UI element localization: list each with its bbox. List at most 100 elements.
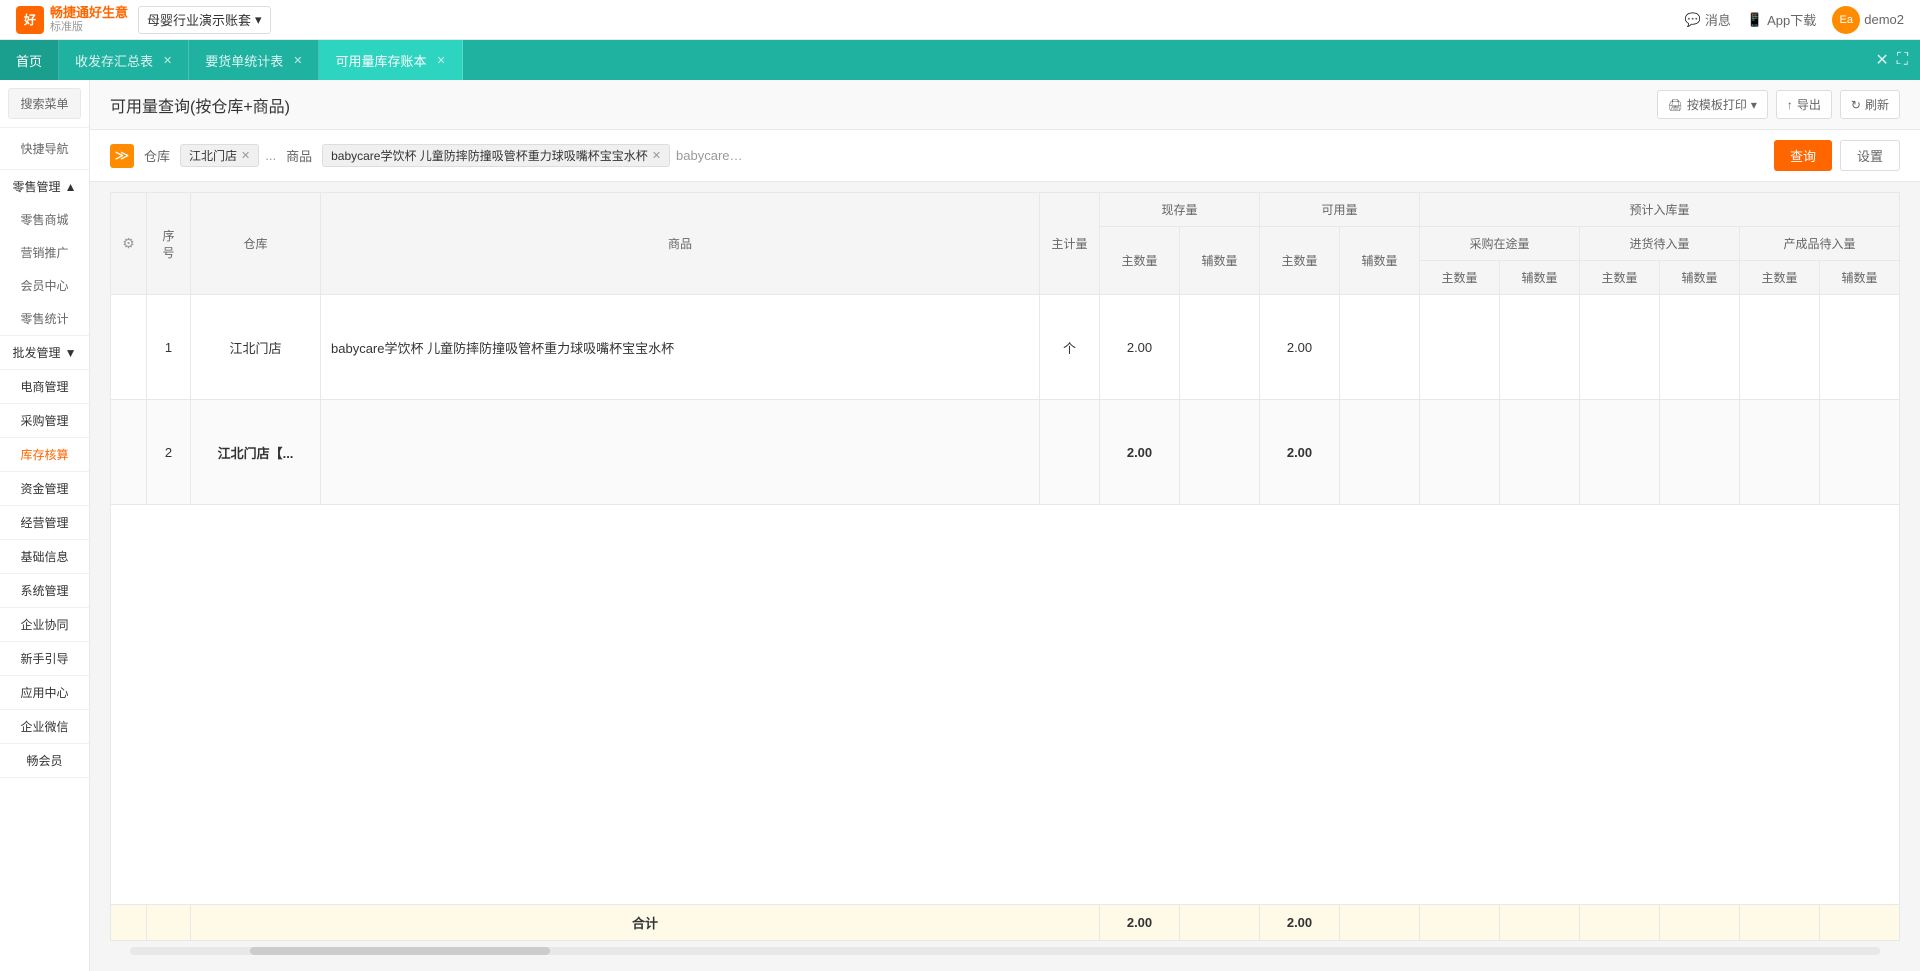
column-purchase-main-header: 主数量 (1420, 261, 1500, 295)
row2-available-aux (1340, 400, 1420, 505)
row1-current-aux (1180, 295, 1260, 400)
column-product-aux-header: 辅数量 (1820, 261, 1900, 295)
scrollbar-track[interactable] (130, 947, 1880, 955)
chevron-up-icon: ▲ (65, 180, 77, 194)
sidebar-section-wholesale: 批发管理 ▼ (0, 336, 89, 370)
sidebar-section-enterprise-title[interactable]: 企业协同 (0, 608, 89, 641)
query-button[interactable]: 查询 (1774, 140, 1832, 171)
chevron-down-icon-print: ▾ (1751, 98, 1757, 112)
app-download-button[interactable]: 📱 App下载 (1747, 10, 1816, 29)
sidebar-section-inventory: 库存核算 (0, 438, 89, 472)
sidebar-section-system: 系统管理 (0, 574, 89, 608)
scrollbar-thumb[interactable] (250, 947, 550, 955)
tab-expand-button[interactable]: ⛶ (1897, 51, 1908, 69)
message-button[interactable]: 💬 消息 (1685, 10, 1731, 29)
sidebar-section-finance-title[interactable]: 资金管理 (0, 472, 89, 505)
phone-icon: 📱 (1747, 12, 1763, 28)
goods-tag-close[interactable]: ✕ (652, 149, 661, 162)
print-icon: 🖨 (1668, 98, 1683, 112)
sidebar-item-member-center[interactable]: 会员中心 (0, 269, 89, 302)
logo-icon: 好 (16, 6, 44, 34)
row2-no: 2 (147, 400, 191, 505)
tab-close-all-button[interactable]: ✕ (1875, 50, 1888, 70)
total-incoming-main (1580, 905, 1660, 941)
sidebar-section-finance: 资金管理 (0, 472, 89, 506)
row2-product-main (1740, 400, 1820, 505)
filter-bar: ≫ 仓库 江北门店 ✕ ... 商品 babycare学饮杯 儿童防摔防撞吸管杯… (90, 130, 1920, 182)
tab-bar-end: ✕ ⛶ (1863, 40, 1920, 80)
sidebar-section-operation-title[interactable]: 经营管理 (0, 506, 89, 539)
chevron-down-icon-wholesale: ▼ (65, 346, 77, 360)
sidebar-section-ecommerce-title[interactable]: 电商管理 (0, 370, 89, 403)
sidebar-item-quick-nav[interactable]: 快捷导航 (0, 132, 89, 165)
tab-order-stats[interactable]: 要货单统计表 ✕ (189, 40, 319, 80)
sidebar-section-purchase-title[interactable]: 采购管理 (0, 404, 89, 437)
warehouse-filter-dots[interactable]: ... (265, 148, 276, 163)
export-button[interactable]: ↑ 导出 (1776, 90, 1832, 119)
row1-goods: babycare学饮杯 儿童防摔防撞吸管杯重力球吸嘴杯宝宝水杯 (321, 295, 1040, 400)
goods-filter-tag[interactable]: babycare学饮杯 儿童防摔防撞吸管杯重力球吸嘴杯宝宝水杯 ✕ (322, 144, 670, 167)
filter-toggle-button[interactable]: ≫ (110, 144, 134, 168)
print-template-button[interactable]: 🖨 按模板打印 ▾ (1657, 90, 1768, 119)
goods-filter-dots[interactable]: babycare… (676, 148, 742, 163)
sidebar-section-member-title[interactable]: 畅会员 (0, 744, 89, 777)
company-selector[interactable]: 母婴行业演示账套 ▾ (138, 6, 271, 34)
empty-row (111, 505, 1900, 905)
export-icon: ↑ (1787, 98, 1793, 112)
warehouse-filter-tag[interactable]: 江北门店 ✕ (180, 144, 259, 167)
row1-warehouse: 江北门店 (191, 295, 321, 400)
goods-filter-group: babycare学饮杯 儿童防摔防撞吸管杯重力球吸嘴杯宝宝水杯 ✕ babyca… (322, 144, 742, 167)
row1-product-aux (1820, 295, 1900, 400)
sidebar-item-marketing[interactable]: 营销推广 (0, 236, 89, 269)
row2-warehouse: 江北门店【... (191, 400, 321, 505)
table-row: 1 江北门店 babycare学饮杯 儿童防摔防撞吸管杯重力球吸嘴杯宝宝水杯 个… (111, 295, 1900, 400)
row1-product-main (1740, 295, 1820, 400)
tab-bar: 首页 收发存汇总表 ✕ 要货单统计表 ✕ 可用量库存账本 ✕ ✕ ⛶ (0, 40, 1920, 80)
sidebar-section-wecom: 企业微信 (0, 710, 89, 744)
column-product-pending-header: 产成品待入量 (1740, 227, 1900, 261)
sidebar-section-inventory-title[interactable]: 库存核算 (0, 438, 89, 471)
filter-actions: 查询 设置 (1774, 140, 1900, 171)
row1-incoming-aux (1660, 295, 1740, 400)
top-bar: 好 畅捷通好生意 标准版 母婴行业演示账套 ▾ 💬 消息 📱 App下载 Ea … (0, 0, 1920, 40)
message-icon: 💬 (1685, 12, 1701, 28)
tab-receipt-summary[interactable]: 收发存汇总表 ✕ (59, 40, 189, 80)
refresh-button[interactable]: ↻ 刷新 (1840, 90, 1900, 119)
row1-purchase-aux (1500, 295, 1580, 400)
sidebar-section-retail: 零售管理 ▲ 零售商城 营销推广 会员中心 零售统计 (0, 170, 89, 336)
sidebar-section-retail-title[interactable]: 零售管理 ▲ (0, 170, 89, 203)
logo-text: 畅捷通好生意 (50, 5, 128, 21)
tab-available-inventory[interactable]: 可用量库存账本 ✕ (319, 40, 462, 80)
sidebar-section-basic-title[interactable]: 基础信息 (0, 540, 89, 573)
tab-receipt-close[interactable]: ✕ (163, 54, 172, 67)
total-available-main: 2.00 (1260, 905, 1340, 941)
row1-incoming-main (1580, 295, 1660, 400)
search-menu-button[interactable]: 搜索菜单 (8, 88, 81, 119)
total-available-aux (1340, 905, 1420, 941)
sidebar-item-retail-stats[interactable]: 零售统计 (0, 302, 89, 335)
sidebar-item-retail-store[interactable]: 零售商城 (0, 203, 89, 236)
sidebar-section-wecom-title[interactable]: 企业微信 (0, 710, 89, 743)
sidebar-section-newbie-title[interactable]: 新手引导 (0, 642, 89, 675)
sidebar-nav: 快捷导航 (0, 128, 89, 170)
top-bar-left: 好 畅捷通好生意 标准版 母婴行业演示账套 ▾ (16, 5, 271, 34)
settings-button[interactable]: 设置 (1840, 140, 1900, 171)
page-title: 可用量查询(按仓库+商品) (110, 93, 290, 117)
page-header: 可用量查询(按仓库+商品) 🖨 按模板打印 ▾ ↑ 导出 ↻ 刷新 (90, 80, 1920, 130)
sidebar-section-basic: 基础信息 (0, 540, 89, 574)
column-settings-icon[interactable]: ⚙ (111, 193, 147, 295)
warehouse-tag-close[interactable]: ✕ (241, 149, 250, 162)
user-menu[interactable]: Ea demo2 (1832, 6, 1904, 34)
tab-available-close[interactable]: ✕ (437, 54, 446, 67)
warehouse-filter-group: 江北门店 ✕ ... (180, 144, 276, 167)
column-available-header: 可用量 (1260, 193, 1420, 227)
total-settings (111, 905, 147, 941)
sidebar-section-appstore-title[interactable]: 应用中心 (0, 676, 89, 709)
sidebar-section-wholesale-title[interactable]: 批发管理 ▼ (0, 336, 89, 369)
row2-current-main: 2.00 (1100, 400, 1180, 505)
row1-available-main: 2.00 (1260, 295, 1340, 400)
column-purchase-onway-header: 采购在途量 (1420, 227, 1580, 261)
tab-order-close[interactable]: ✕ (293, 54, 302, 67)
tab-home[interactable]: 首页 (0, 40, 59, 80)
sidebar-section-system-title[interactable]: 系统管理 (0, 574, 89, 607)
